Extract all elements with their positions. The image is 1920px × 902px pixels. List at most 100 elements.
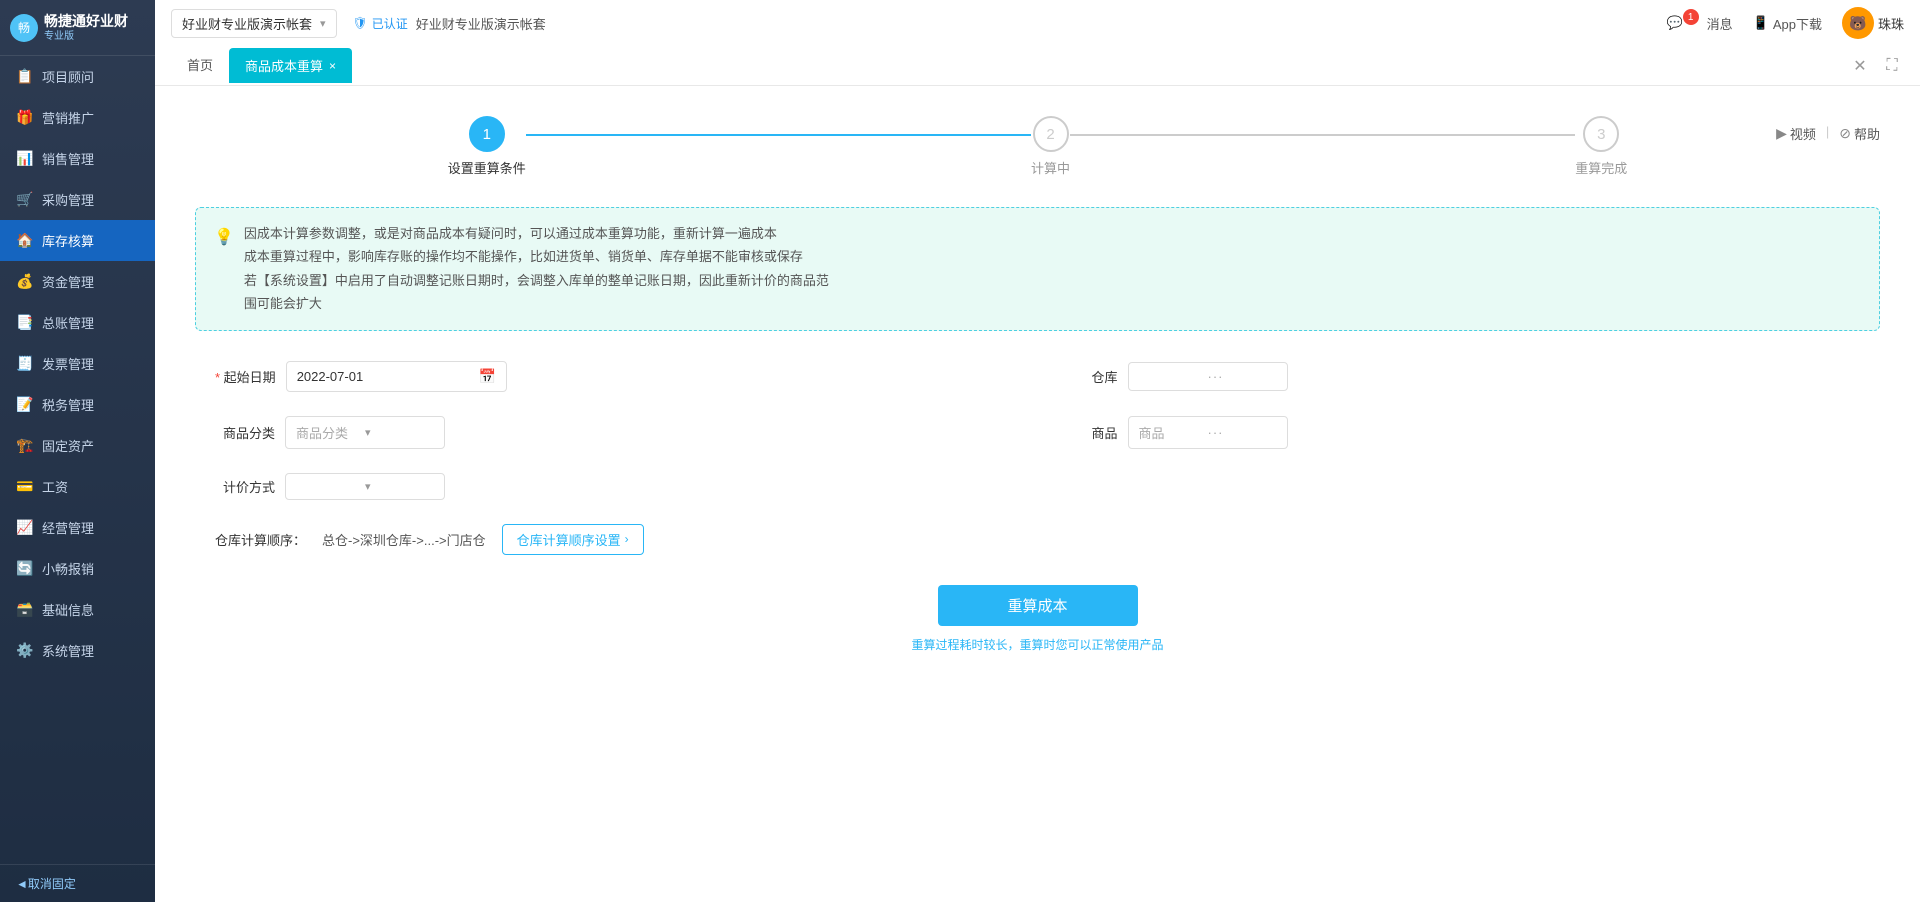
tab-home-label: 首页 (187, 58, 213, 73)
step-2-circle: 2 (1033, 116, 1069, 152)
step-3-label: 重算完成 (1575, 158, 1627, 177)
sidebar-item-label: 总账管理 (42, 313, 94, 332)
sidebar-item-sales[interactable]: 📊 销售管理 (0, 138, 155, 179)
field-warehouse: 仓库 ··· (1058, 362, 1861, 391)
stepper: 1 设置重算条件 2 计算中 3 重算完成 (448, 116, 1628, 177)
inventory-icon: 🏠 (16, 232, 34, 250)
sidebar-item-tax[interactable]: 📝 税务管理 (0, 384, 155, 425)
category-placeholder: 商品分类 (296, 423, 365, 442)
help-label: 帮助 (1854, 124, 1880, 143)
step-2-label: 计算中 (1031, 158, 1070, 177)
sidebar: 畅 畅捷通好业财 专业版 📋 项目顾问 🎁 营销推广 📊 销售管理 🛒 采购管理… (0, 0, 155, 902)
notice-line-2: 成本重算过程中，影响库存账的操作均不能操作，比如进货单、销货单、库存单据不能审核… (244, 245, 1861, 268)
account-dropdown[interactable]: 好业财专业版演示帐套 ▾ (171, 9, 337, 38)
sidebar-item-operations[interactable]: 📈 经营管理 (0, 507, 155, 548)
tab-controls: ✕ ⛶ (1848, 54, 1904, 78)
recalc-button[interactable]: 重算成本 (938, 585, 1138, 626)
tab-close-icon[interactable]: × (329, 59, 336, 73)
chevron-right-icon: › (625, 532, 629, 546)
app-edition: 专业版 (44, 30, 128, 43)
start-date-label: 起始日期 (215, 367, 276, 386)
notice-box: 💡 因成本计算参数调整，或是对商品成本有疑问时，可以通过成本重算功能，重新计算一… (195, 207, 1880, 331)
operations-icon: 📈 (16, 519, 34, 537)
more-icon: ··· (1208, 369, 1277, 384)
sidebar-item-label: 小畅报销 (42, 559, 94, 578)
expense-icon: 🔄 (16, 560, 34, 578)
help-link[interactable]: ⊘ 帮助 (1839, 124, 1880, 143)
project-icon: 📋 (16, 68, 34, 86)
asset-icon: 🏗️ (16, 437, 34, 455)
sidebar-item-label: 基础信息 (42, 600, 94, 619)
step-3: 3 重算完成 (1575, 116, 1627, 177)
app-logo-icon: 畅 (10, 14, 38, 42)
verified-text: 已认证 (372, 15, 408, 32)
sidebar-unpin-button[interactable]: ◄取消固定 (0, 864, 155, 902)
video-link[interactable]: ▶ 视频 (1776, 124, 1816, 143)
sidebar-item-finance[interactable]: 💰 资金管理 (0, 261, 155, 302)
sidebar-item-project[interactable]: 📋 项目顾问 (0, 56, 155, 97)
user-profile[interactable]: 🐻 珠珠 (1842, 7, 1904, 39)
company-name: 好业财专业版演示帐套 (416, 14, 546, 33)
message-icon: 💬 (1666, 15, 1682, 31)
tabbar: 首页 商品成本重算 × ✕ ⛶ (155, 46, 1920, 86)
sidebar-item-label: 发票管理 (42, 354, 94, 373)
system-icon: ⚙️ (16, 642, 34, 660)
shield-icon: 🛡 (353, 16, 368, 30)
goods-placeholder: 商品 (1139, 423, 1208, 442)
start-date-input[interactable] (297, 369, 473, 384)
goods-input[interactable]: 商品 ··· (1128, 416, 1288, 449)
sidebar-item-label: 库存核算 (42, 231, 94, 250)
message-badge: 1 (1683, 9, 1699, 25)
main-area: 好业财专业版演示帐套 ▾ 🛡 已认证 好业财专业版演示帐套 💬 1 消息 📱 A… (155, 0, 1920, 902)
sidebar-item-ledger[interactable]: 📑 总账管理 (0, 302, 155, 343)
app-download-button[interactable]: 📱 App下载 (1753, 14, 1822, 33)
warehouse-order-settings-button[interactable]: 仓库计算顺序设置 › (502, 524, 644, 555)
expand-button[interactable]: ⛶ (1880, 54, 1904, 78)
notice-icon: 💡 (214, 224, 234, 316)
message-button[interactable]: 💬 1 消息 (1666, 14, 1732, 33)
topbar: 好业财专业版演示帐套 ▾ 🛡 已认证 好业财专业版演示帐套 💬 1 消息 📱 A… (155, 0, 1920, 46)
sidebar-item-label: 营销推广 (42, 108, 94, 127)
sidebar-item-label: 经营管理 (42, 518, 94, 537)
pricing-select[interactable]: ▾ (285, 473, 445, 500)
chevron-down-icon: ▾ (365, 426, 434, 439)
notice-line-3: 若【系统设置】中启用了自动调整记账日期时，会调整入库单的整单记账日期，因此重新计… (244, 269, 1861, 292)
category-select[interactable]: 商品分类 ▾ (285, 416, 445, 449)
sidebar-item-system[interactable]: ⚙️ 系统管理 (0, 630, 155, 671)
warehouse-input[interactable]: ··· (1128, 362, 1288, 391)
step-2: 2 计算中 (1031, 116, 1070, 177)
tab-home[interactable]: 首页 (171, 47, 229, 84)
sidebar-item-asset[interactable]: 🏗️ 固定资产 (0, 425, 155, 466)
user-name: 珠珠 (1878, 14, 1904, 33)
close-window-button[interactable]: ✕ (1848, 54, 1872, 78)
sidebar-item-invoice[interactable]: 🧾 发票管理 (0, 343, 155, 384)
sidebar-item-purchase[interactable]: 🛒 采购管理 (0, 179, 155, 220)
step-1-circle: 1 (469, 116, 505, 152)
sidebar-item-salary[interactable]: 💳 工资 (0, 466, 155, 507)
calendar-icon[interactable]: 📅 (479, 368, 496, 385)
sidebar-item-expense[interactable]: 🔄 小畅报销 (0, 548, 155, 589)
content-area: 1 设置重算条件 2 计算中 3 重算完成 (155, 86, 1920, 902)
avatar: 🐻 (1842, 7, 1874, 39)
step-line-1 (526, 134, 1031, 136)
pricing-label: 计价方式 (215, 477, 275, 496)
tax-icon: 📝 (16, 396, 34, 414)
warehouse-order-value: 总仓->深圳仓库->...->门店仓 (322, 530, 486, 549)
form-section: 起始日期 📅 仓库 ··· 商品分类 (195, 361, 1880, 500)
sidebar-item-basic[interactable]: 🗃️ 基础信息 (0, 589, 155, 630)
sidebar-item-label: 销售管理 (42, 149, 94, 168)
field-start-date: 起始日期 📅 (215, 361, 1018, 392)
sidebar-item-label: 采购管理 (42, 190, 94, 209)
sidebar-item-inventory[interactable]: 🏠 库存核算 (0, 220, 155, 261)
field-goods: 商品 商品 ··· (1058, 416, 1861, 449)
help-links: ▶ 视频 | ⊘ 帮助 (1776, 124, 1880, 143)
marketing-icon: 🎁 (16, 109, 34, 127)
form-row-1: 起始日期 📅 仓库 ··· (215, 361, 1860, 392)
tab-recalc[interactable]: 商品成本重算 × (229, 48, 352, 83)
sidebar-item-marketing[interactable]: 🎁 营销推广 (0, 97, 155, 138)
salary-icon: 💳 (16, 478, 34, 496)
step-1-label: 设置重算条件 (448, 158, 526, 177)
finance-icon: 💰 (16, 273, 34, 291)
start-date-input-wrapper[interactable]: 📅 (286, 361, 507, 392)
message-label: 消息 (1707, 14, 1733, 33)
